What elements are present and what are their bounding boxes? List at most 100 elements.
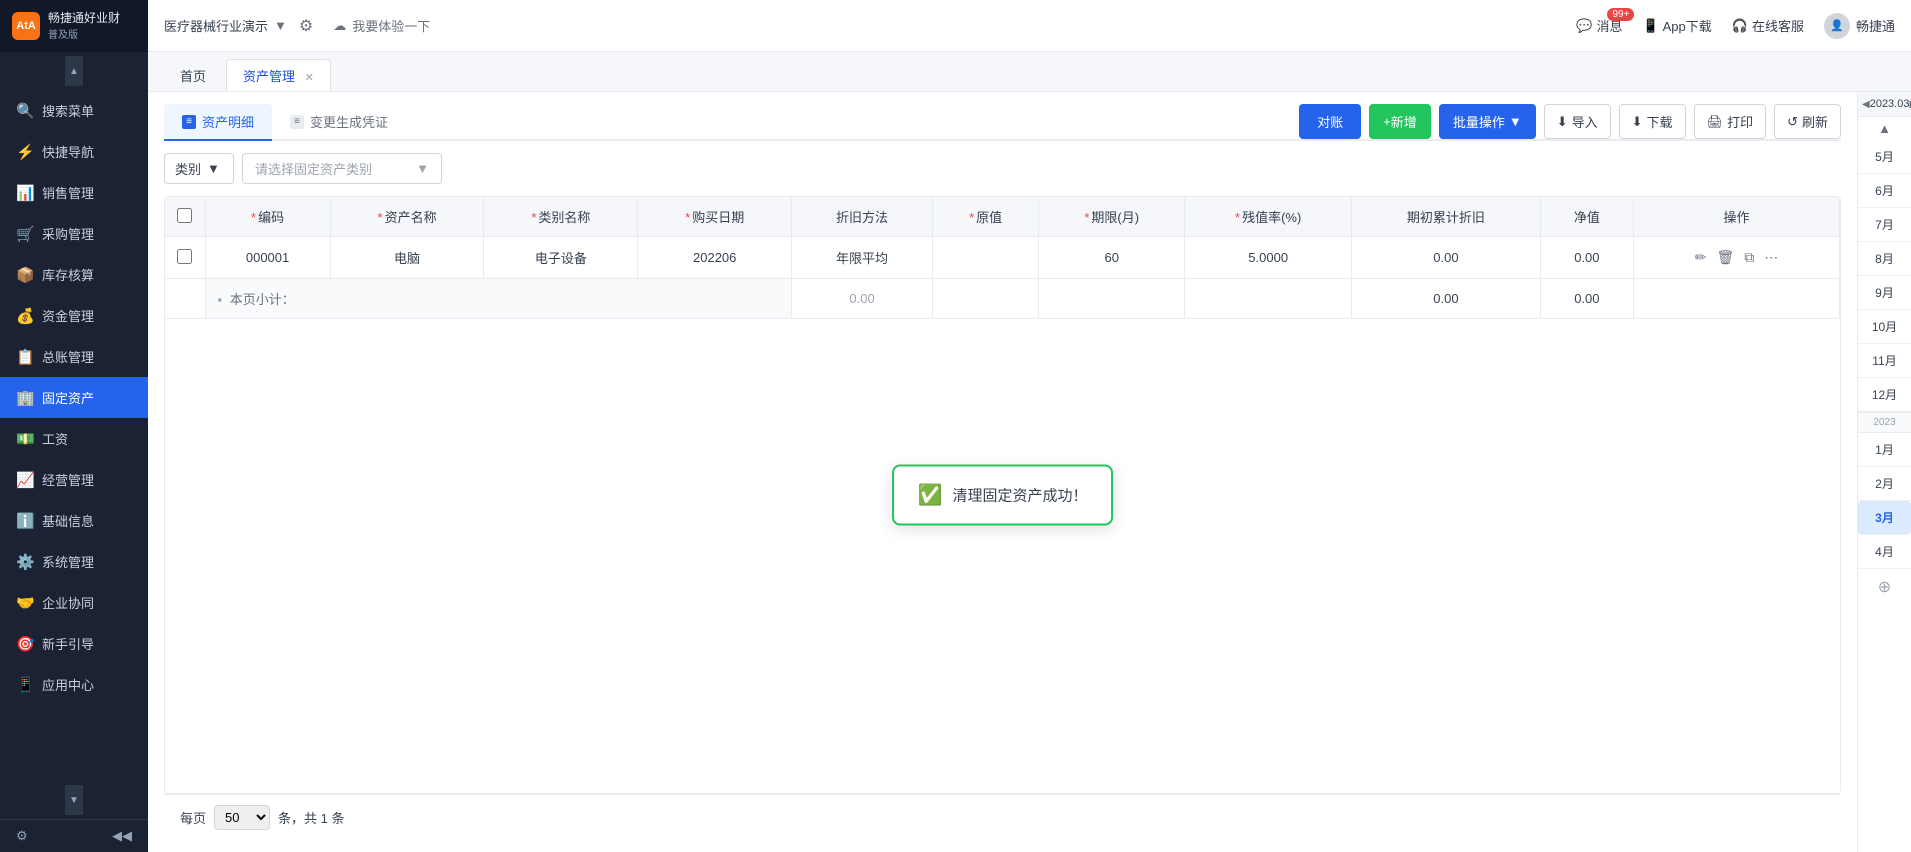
sidebar-item-label: 销售管理	[42, 183, 94, 202]
reconcile-button[interactable]: 对账	[1299, 104, 1361, 139]
app-download-btn[interactable]: 📱 App下载	[1642, 16, 1711, 35]
calendar-header: ◀ 2023.03 ▶	[1858, 92, 1911, 117]
cal-month-6[interactable]: 6月	[1858, 174, 1911, 208]
funds-icon: 💰	[16, 307, 34, 325]
success-icon: ✅	[918, 483, 943, 508]
sidebar-item-system[interactable]: ⚙️ 系统管理	[0, 541, 148, 582]
filter-placeholder: 请选择固定资产类别	[255, 159, 372, 178]
collapse-icon[interactable]: ◀◀	[112, 828, 132, 844]
sidebar-item-basic-info[interactable]: ℹ️ 基础信息	[0, 500, 148, 541]
sidebar-item-sales[interactable]: 📊 销售管理	[0, 172, 148, 213]
sidebar-item-funds[interactable]: 💰 资金管理	[0, 295, 148, 336]
company-settings-icon[interactable]: ⚙	[299, 16, 313, 36]
delete-row-button[interactable]: 🗑	[1714, 247, 1736, 268]
experience-btn[interactable]: ☁ 我要体验一下	[333, 16, 430, 35]
operations-icon: 📈	[16, 471, 34, 489]
sidebar-item-label: 总账管理	[42, 347, 94, 366]
sidebar-item-payroll[interactable]: 💵 工资	[0, 418, 148, 459]
sidebar-item-cooperation[interactable]: 🤝 企业协同	[0, 582, 148, 623]
online-service-btn[interactable]: 🎧 在线客服	[1732, 16, 1804, 35]
edit-row-button[interactable]: ✏	[1693, 247, 1709, 268]
row-purchase-date: 202206	[638, 237, 792, 279]
page-size-select[interactable]: 50 100	[214, 805, 270, 830]
row-checkbox[interactable]	[177, 249, 192, 264]
subtotal-original: 0.00	[792, 279, 933, 319]
down-circle-icon: ⊕	[1874, 573, 1895, 601]
sub-tab-change-voucher-label: 变更生成凭证	[310, 112, 388, 131]
cal-month-2[interactable]: 2月	[1858, 467, 1911, 501]
cal-month-4[interactable]: 4月	[1858, 535, 1911, 569]
category-filter-input[interactable]: 请选择固定资产类别 ▼	[242, 153, 442, 184]
message-btn[interactable]: 💬 消息 99+	[1576, 16, 1622, 35]
sidebar-item-label: 固定资产	[42, 388, 94, 407]
change-voucher-icon: ≡	[290, 115, 304, 129]
sidebar-item-app-center[interactable]: 📱 应用中心	[0, 664, 148, 705]
cal-month-10[interactable]: 10月	[1858, 310, 1911, 344]
payroll-icon: 💵	[16, 430, 34, 448]
cal-scroll-up[interactable]: ▲	[1858, 117, 1911, 140]
sidebar-scroll-up[interactable]: ▲	[65, 56, 83, 86]
col-residual-rate: *残值率(%)	[1185, 197, 1352, 237]
cloud-icon: ☁	[333, 18, 346, 34]
row-checkbox-cell[interactable]	[165, 237, 205, 279]
tab-asset-mgmt[interactable]: 资产管理 ✕	[226, 59, 331, 91]
cal-month-1[interactable]: 1月	[1858, 433, 1911, 467]
sidebar-item-guide[interactable]: 🎯 新手引导	[0, 623, 148, 664]
batch-operation-button[interactable]: 批量操作 ▼	[1439, 104, 1536, 139]
cal-month-11[interactable]: 11月	[1858, 344, 1911, 378]
col-initial-accumulated: 期初累计折旧	[1352, 197, 1540, 237]
col-depreciation: 折旧方法	[792, 197, 933, 237]
sidebar-item-inventory[interactable]: 📦 库存核算	[0, 254, 148, 295]
import-button[interactable]: ⬇ 导入	[1544, 104, 1611, 139]
sub-tab-change-voucher[interactable]: ≡ 变更生成凭证	[272, 104, 406, 141]
asset-table: *编码 *资产名称 *类别名称 *购买日期 折旧方法 *原值 *期限(月) *残…	[165, 197, 1840, 319]
subtotal-empty2	[933, 279, 1039, 319]
select-all-checkbox[interactable]	[177, 208, 192, 223]
settings-icon[interactable]: ⚙	[16, 828, 28, 844]
sidebar-item-search[interactable]: 🔍 搜索菜单	[0, 90, 148, 131]
row-residual-rate: 5.0000	[1185, 237, 1352, 279]
main-area: 医疗器械行业演示 ▼ ⚙ ☁ 我要体验一下 💬 消息 99+ 📱 App下载 🎧…	[148, 0, 1911, 852]
pagination: 每页 50 100 条，共 1 条	[164, 794, 1841, 840]
user-menu[interactable]: 👤 畅捷通	[1824, 13, 1895, 39]
refresh-button[interactable]: ↺ 刷新	[1774, 104, 1841, 139]
company-name: 医疗器械行业演示	[164, 16, 268, 35]
subtotal-icon: ▪	[218, 292, 223, 307]
row-category: 电子设备	[484, 237, 638, 279]
sub-tab-asset-detail[interactable]: ≡ 资产明细	[164, 104, 272, 141]
add-button[interactable]: + 新增	[1369, 104, 1431, 139]
page-content: ≡ 资产明细 ≡ 变更生成凭证 对账 + 新增 批量操作 ▼	[148, 92, 1857, 852]
cal-year-2023: 2023	[1858, 412, 1911, 433]
batch-dropdown-icon: ▼	[1509, 114, 1522, 129]
company-selector[interactable]: 医疗器械行业演示 ▼	[164, 16, 287, 35]
select-all-cell[interactable]	[165, 197, 205, 237]
cal-month-12[interactable]: 12月	[1858, 378, 1911, 412]
sidebar-scroll-down[interactable]: ▼	[65, 785, 83, 815]
phone-icon: 📱	[1642, 18, 1658, 34]
row-code: 000001	[205, 237, 330, 279]
cal-month-9[interactable]: 9月	[1858, 276, 1911, 310]
message-badge: 99+	[1607, 8, 1634, 21]
row-original-value	[933, 237, 1039, 279]
cal-prev-icon[interactable]: ◀	[1862, 99, 1870, 110]
download-button[interactable]: ⬇ 下载	[1619, 104, 1686, 139]
tab-home[interactable]: 首页	[164, 60, 222, 91]
more-row-button[interactable]: ⋯	[1762, 247, 1780, 268]
cal-month-5[interactable]: 5月	[1858, 140, 1911, 174]
category-filter-label[interactable]: 类别 ▼	[164, 153, 234, 184]
cal-scroll-down[interactable]: ⊕	[1858, 569, 1911, 605]
print-button[interactable]: 🖨 打印	[1694, 104, 1767, 139]
sidebar-item-ledger[interactable]: 📋 总账管理	[0, 336, 148, 377]
copy-row-button[interactable]: ⧉	[1742, 247, 1756, 268]
col-purchase-date: *购买日期	[638, 197, 792, 237]
sidebar-item-purchase[interactable]: 🛒 采购管理	[0, 213, 148, 254]
cal-month-8[interactable]: 8月	[1858, 242, 1911, 276]
tab-close-icon[interactable]: ✕	[305, 72, 314, 84]
cal-month-7[interactable]: 7月	[1858, 208, 1911, 242]
total-count: 条，共 1 条	[278, 808, 344, 827]
sidebar-item-fixed-assets[interactable]: 🏢 固定资产	[0, 377, 148, 418]
sidebar-item-operations[interactable]: 📈 经营管理	[0, 459, 148, 500]
avatar: 👤	[1824, 13, 1850, 39]
sidebar-item-quick-nav[interactable]: ⚡ 快捷导航	[0, 131, 148, 172]
cal-month-3[interactable]: 3月	[1858, 501, 1911, 535]
